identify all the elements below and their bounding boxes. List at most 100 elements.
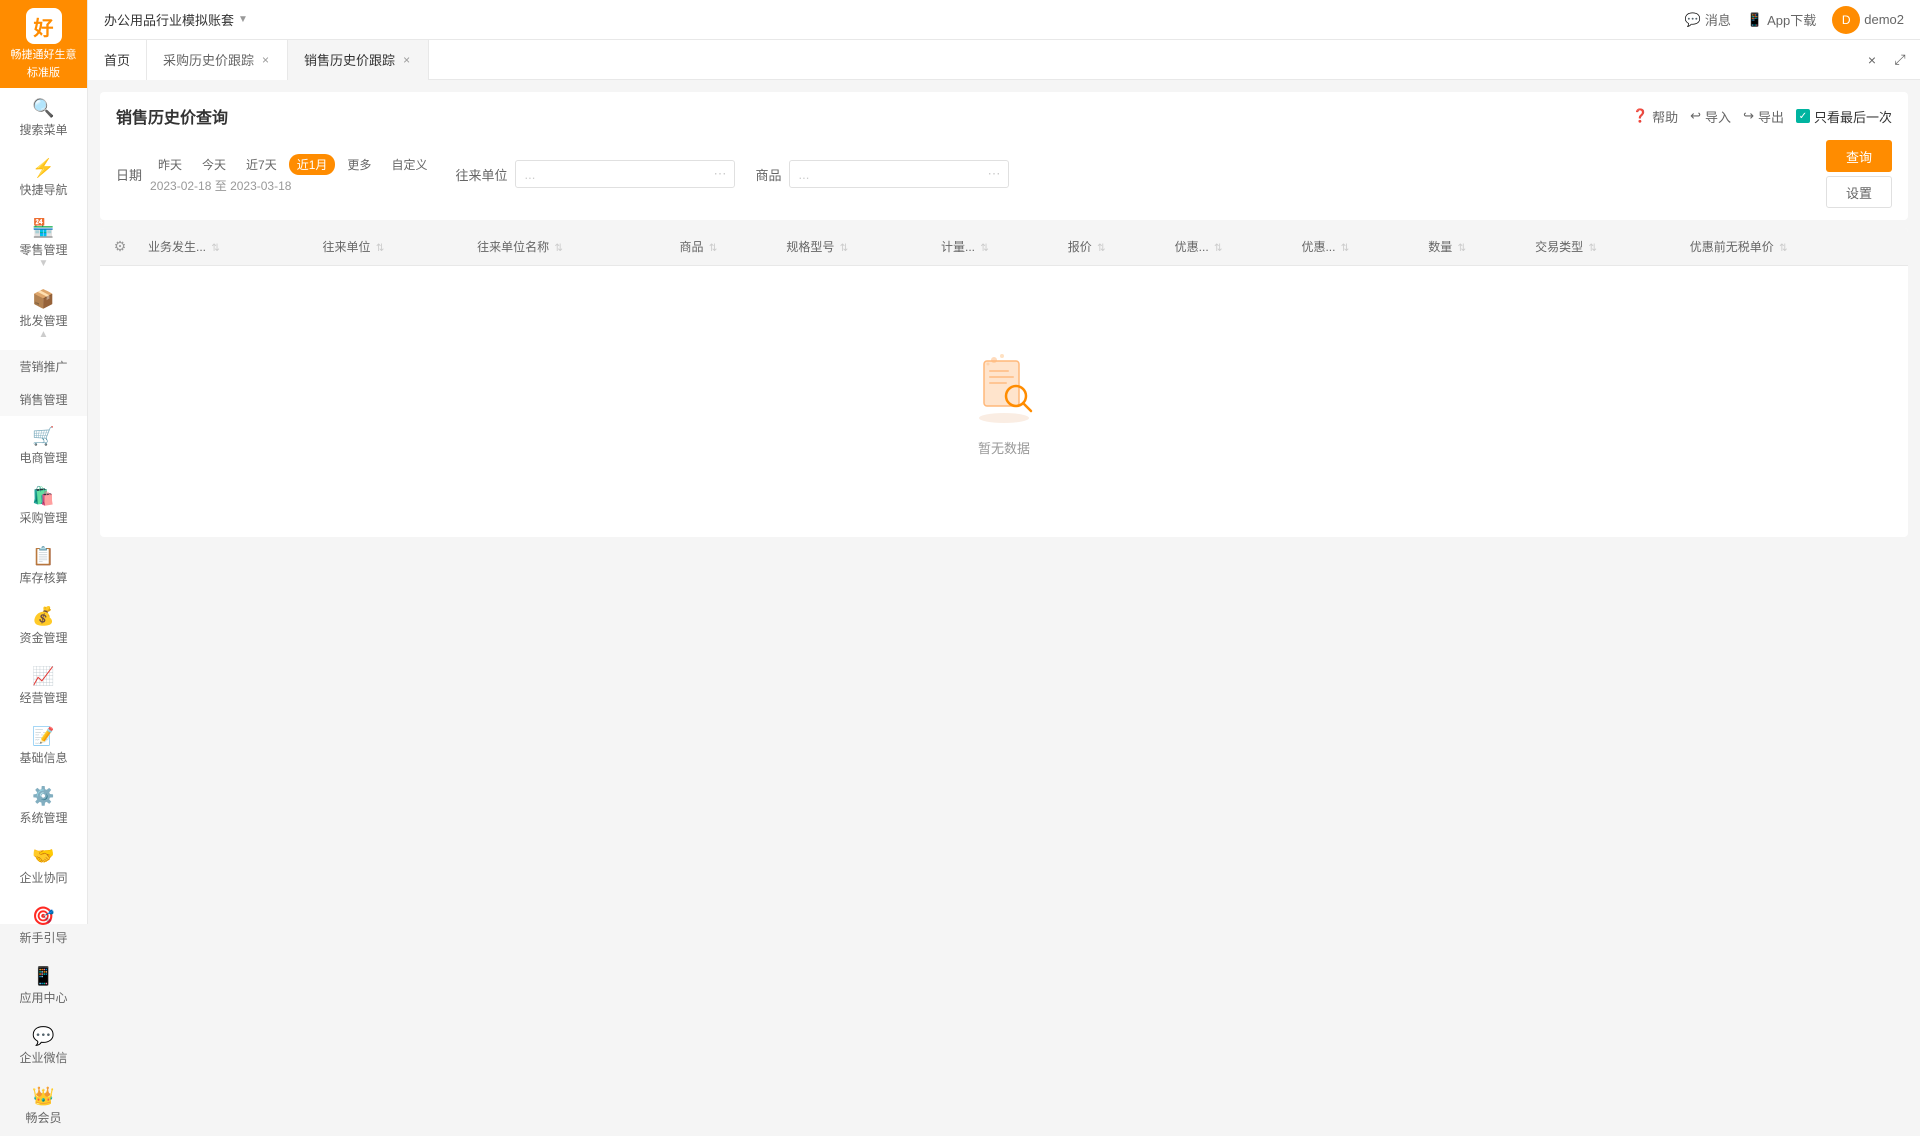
sidebar-item-label: 快捷导航 bbox=[19, 181, 67, 198]
sidebar-sub-label: 营销推广 bbox=[19, 358, 67, 375]
filter-row: 日期 昨天 今天 近7天 近1月 更多 自定义 2023-02-18 至 202… bbox=[116, 140, 1892, 208]
account-dropdown[interactable]: 办公用品行业模拟账套 ▼ bbox=[104, 10, 248, 29]
sidebar-item-new-guide[interactable]: 🎯 新手引导 bbox=[0, 896, 87, 956]
page-content: 销售历史价查询 ❓ 帮助 ↩ 导入 ↪ 导出 bbox=[88, 80, 1920, 924]
query-actions: ❓ 帮助 ↩ 导入 ↪ 导出 ✓ 只看最后一 bbox=[1632, 107, 1892, 126]
app-logo[interactable]: 好 畅捷通好生意 标准版 bbox=[0, 0, 87, 88]
th-unit[interactable]: 计量... ⇅ bbox=[933, 228, 1060, 266]
export-button[interactable]: ↪ 导出 bbox=[1743, 107, 1784, 126]
tab-sales-history-close[interactable]: × bbox=[401, 51, 412, 69]
date-btn-last1m[interactable]: 近1月 bbox=[289, 154, 336, 175]
th-partner-name[interactable]: 往来单位名称 ⇅ bbox=[469, 228, 671, 266]
tab-purchase-history-label: 采购历史价跟踪 bbox=[163, 50, 254, 69]
sidebar-item-label: 经营管理 bbox=[19, 689, 67, 706]
settings-button[interactable]: 设置 bbox=[1826, 176, 1892, 208]
member-icon: 👑 bbox=[32, 1086, 54, 1107]
brand-subtitle: 标准版 bbox=[27, 64, 60, 80]
th-discount2[interactable]: 优惠... ⇅ bbox=[1293, 228, 1420, 266]
settings-icon[interactable]: ⚙ bbox=[114, 238, 127, 254]
dropdown-icon: ▼ bbox=[238, 14, 248, 25]
inventory-icon: 📋 bbox=[32, 546, 54, 567]
close-all-tabs-button[interactable]: × bbox=[1860, 48, 1884, 72]
th-business-date[interactable]: 业务发生... ⇅ bbox=[140, 228, 315, 266]
sidebar-item-purchase[interactable]: 🛍️ 采购管理 bbox=[0, 476, 87, 536]
product-placeholder: ... bbox=[798, 167, 809, 182]
help-button[interactable]: ❓ 帮助 bbox=[1632, 107, 1678, 126]
sidebar: 好 畅捷通好生意 标准版 🔍 搜索菜单 ⚡ 快捷导航 🏪 零售管理 ▼ 📦 批发… bbox=[0, 0, 88, 924]
sidebar-item-enterprise-wechat[interactable]: 💬 企业微信 bbox=[0, 1016, 87, 1076]
tab-purchase-history[interactable]: 采购历史价跟踪 × bbox=[147, 40, 288, 80]
th-spec[interactable]: 规格型号 ⇅ bbox=[778, 228, 933, 266]
tab-sales-history[interactable]: 销售历史价跟踪 × bbox=[288, 40, 429, 80]
import-button[interactable]: ↩ 导入 bbox=[1690, 107, 1731, 126]
main-area: 办公用品行业模拟账套 ▼ 💬 消息 📱 App下载 D demo2 首页 采购历… bbox=[88, 0, 1920, 924]
empty-text: 暂无数据 bbox=[978, 438, 1030, 457]
sidebar-item-wholesale-mgmt[interactable]: 📦 批发管理 ▲ bbox=[0, 279, 87, 350]
finance-icon: 💰 bbox=[32, 606, 54, 627]
only-last-checkbox-label[interactable]: ✓ 只看最后一次 bbox=[1796, 107, 1892, 126]
sidebar-item-label: 搜索菜单 bbox=[19, 121, 67, 138]
sidebar-item-label: 基础信息 bbox=[19, 749, 67, 766]
date-btn-custom[interactable]: 自定义 bbox=[383, 154, 435, 175]
sort-icon: ⇅ bbox=[1779, 243, 1787, 254]
empty-icon bbox=[964, 346, 1044, 426]
enterprise-wechat-icon: 💬 bbox=[32, 1026, 54, 1047]
th-pre-tax-price-label: 优惠前无税单价 bbox=[1690, 240, 1774, 254]
expand-icon: ▲ bbox=[39, 329, 49, 340]
table-header-row: ⚙ 业务发生... ⇅ 往来单位 ⇅ 往来单位名称 bbox=[100, 228, 1908, 266]
sort-icon: ⇅ bbox=[211, 243, 219, 254]
sort-icon: ⇅ bbox=[554, 243, 562, 254]
th-trade-type[interactable]: 交易类型 ⇅ bbox=[1527, 228, 1682, 266]
sidebar-sub-item-sales-mgmt[interactable]: 销售管理 bbox=[0, 383, 87, 416]
product-filter-group: 商品 ... ⋯ bbox=[755, 160, 1009, 188]
table-wrapper: ⚙ 业务发生... ⇅ 往来单位 ⇅ 往来单位名称 bbox=[100, 228, 1908, 266]
tab-purchase-history-close[interactable]: × bbox=[260, 51, 271, 69]
th-discount1[interactable]: 优惠... ⇅ bbox=[1167, 228, 1294, 266]
date-buttons: 昨天 今天 近7天 近1月 更多 自定义 bbox=[150, 154, 435, 175]
sidebar-item-finance[interactable]: 💰 资金管理 bbox=[0, 596, 87, 656]
date-btn-more[interactable]: 更多 bbox=[339, 154, 379, 175]
th-partner-code[interactable]: 往来单位 ⇅ bbox=[315, 228, 470, 266]
sidebar-item-ecommerce[interactable]: 🛒 电商管理 bbox=[0, 416, 87, 476]
message-label: 消息 bbox=[1705, 10, 1731, 29]
sidebar-item-app-center[interactable]: 📱 应用中心 bbox=[0, 956, 87, 1016]
partner-placeholder: ... bbox=[524, 167, 535, 182]
message-button[interactable]: 💬 消息 bbox=[1685, 10, 1731, 29]
date-btn-today[interactable]: 今天 bbox=[194, 154, 234, 175]
empty-svg bbox=[964, 346, 1044, 426]
only-last-label: 只看最后一次 bbox=[1814, 107, 1892, 126]
import-icon: ↩ bbox=[1690, 108, 1701, 124]
product-input[interactable]: ... ⋯ bbox=[789, 160, 1009, 188]
th-pre-tax-price[interactable]: 优惠前无税单价 ⇅ bbox=[1682, 228, 1908, 266]
th-quote[interactable]: 报价 ⇅ bbox=[1060, 228, 1167, 266]
query-button[interactable]: 查询 bbox=[1826, 140, 1892, 172]
wholesale-submenu: 营销推广 销售管理 bbox=[0, 350, 87, 416]
user-avatar-area[interactable]: D demo2 bbox=[1832, 6, 1904, 34]
sidebar-sub-item-marketing[interactable]: 营销推广 bbox=[0, 350, 87, 383]
tab-sales-history-label: 销售历史价跟踪 bbox=[304, 50, 395, 69]
sidebar-item-member[interactable]: 👑 畅会员 bbox=[0, 1076, 87, 1136]
th-quantity[interactable]: 数量 ⇅ bbox=[1420, 228, 1527, 266]
sidebar-item-business[interactable]: 📈 经营管理 bbox=[0, 656, 87, 716]
date-btn-last7[interactable]: 近7天 bbox=[238, 154, 285, 175]
partner-input[interactable]: ... ⋯ bbox=[515, 160, 735, 188]
only-last-checkbox[interactable]: ✓ bbox=[1796, 109, 1810, 123]
expand-button[interactable]: ⤢ bbox=[1888, 48, 1912, 72]
sidebar-item-retail-mgmt[interactable]: 🏪 零售管理 ▼ bbox=[0, 208, 87, 279]
sidebar-item-inventory[interactable]: 📋 库存核算 bbox=[0, 536, 87, 596]
th-settings[interactable]: ⚙ bbox=[100, 228, 140, 266]
tab-home[interactable]: 首页 bbox=[88, 40, 147, 80]
sidebar-item-system[interactable]: ⚙️ 系统管理 bbox=[0, 776, 87, 836]
sidebar-item-quick-nav[interactable]: ⚡ 快捷导航 bbox=[0, 148, 87, 208]
th-product[interactable]: 商品 ⇅ bbox=[671, 228, 778, 266]
sidebar-item-basic-info[interactable]: 📝 基础信息 bbox=[0, 716, 87, 776]
th-quote-label: 报价 bbox=[1068, 240, 1092, 254]
sidebar-item-enterprise-coop[interactable]: 🤝 企业协同 bbox=[0, 836, 87, 896]
sidebar-item-search-menu[interactable]: 🔍 搜索菜单 bbox=[0, 88, 87, 148]
sort-icon: ⇅ bbox=[840, 243, 848, 254]
retail-mgmt-icon: 🏪 bbox=[32, 218, 54, 239]
search-menu-icon: 🔍 bbox=[32, 98, 54, 119]
th-discount2-label: 优惠... bbox=[1301, 240, 1335, 254]
date-btn-yesterday[interactable]: 昨天 bbox=[150, 154, 190, 175]
app-download-button[interactable]: 📱 App下载 bbox=[1747, 10, 1816, 29]
